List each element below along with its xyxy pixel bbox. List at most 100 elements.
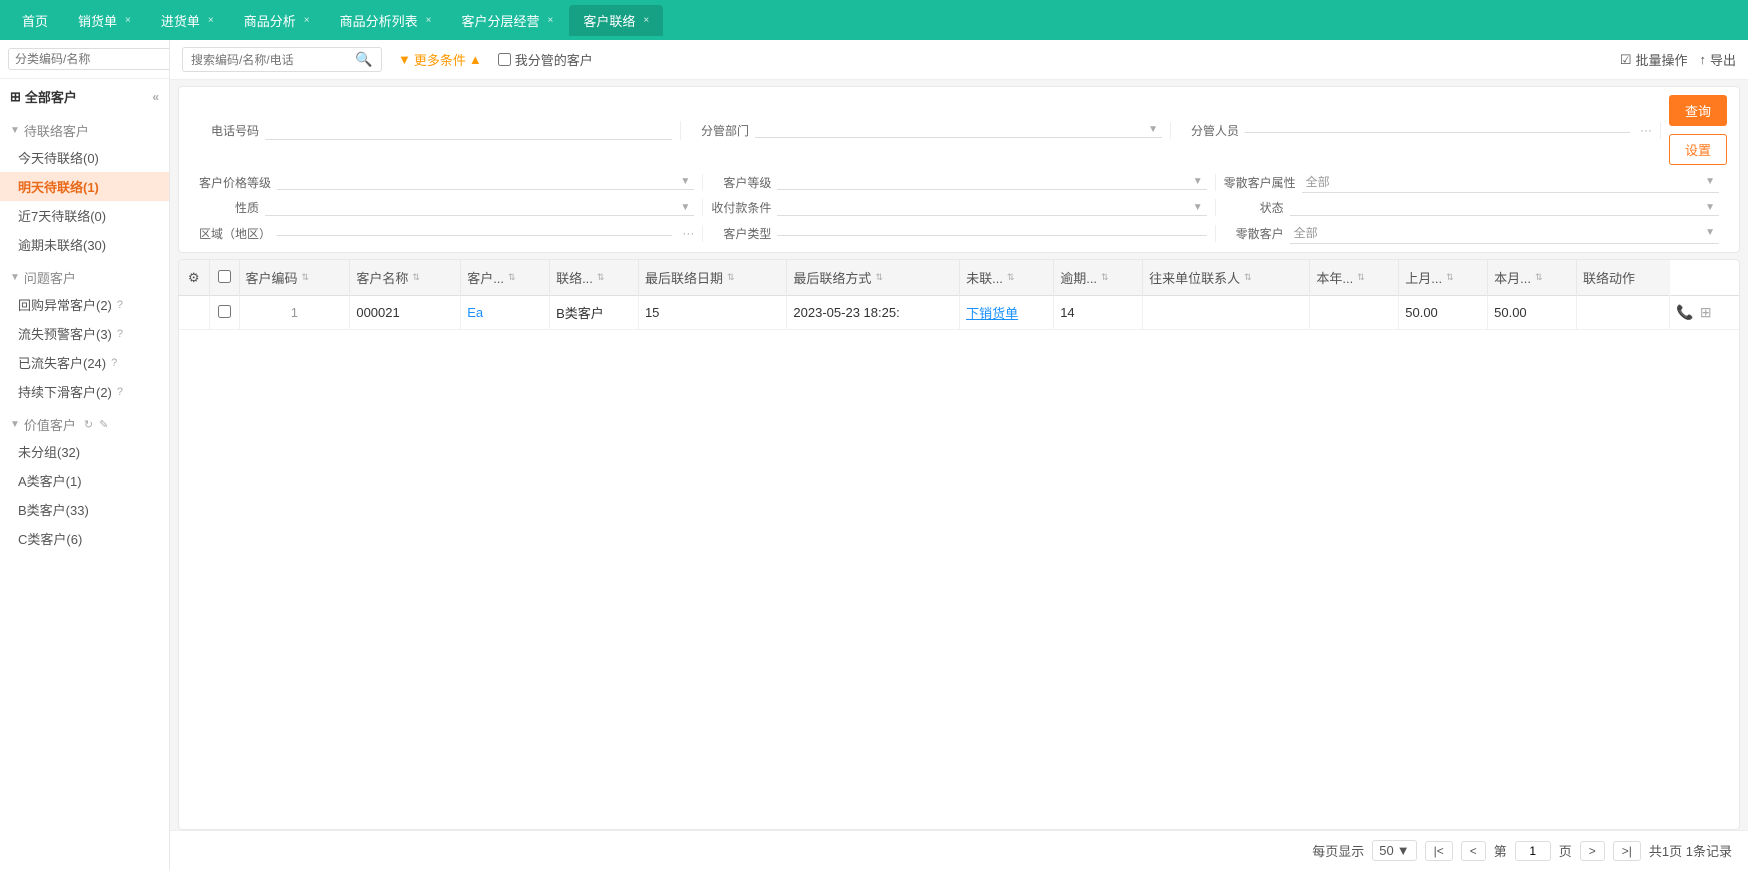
col-action: 联络动作 [1577, 260, 1670, 296]
close-icon[interactable]: × [426, 15, 432, 26]
filter-btn[interactable]: ▼ 更多条件 ▲ [390, 46, 490, 73]
query-button[interactable]: 查询 [1669, 95, 1727, 126]
sidebar-item-churned[interactable]: 已流失客户(24) ? [0, 348, 169, 377]
filter-retail-customer: 零散客户 全部 ▼ [1216, 222, 1727, 244]
prev-page-btn[interactable]: < [1461, 841, 1486, 861]
customer-type-select[interactable] [777, 231, 1206, 236]
page-unit: 页 [1559, 841, 1572, 860]
more-icon[interactable]: ··· [682, 226, 694, 240]
sidebar-item-class-a[interactable]: A类客户(1) [0, 466, 169, 495]
sidebar-problem-section: ▼ 问题客户 回购异常客户(2) ? 流失预警客户(3) ? 已流失客户(24)… [0, 261, 169, 408]
row-not-contacted: 14 [1054, 296, 1143, 330]
arrow-down-icon: ▼ [10, 125, 20, 136]
retail-attr-select[interactable]: 全部 ▼ [1302, 171, 1719, 193]
select-all-checkbox[interactable] [218, 270, 231, 283]
nav-analysis[interactable]: 商品分析 × [230, 5, 324, 36]
refresh-icon[interactable]: ↻ [84, 418, 93, 431]
phone-icon[interactable]: 📞 [1676, 304, 1693, 321]
retail-customer-select[interactable]: 全部 ▼ [1290, 222, 1719, 244]
price-grade-select[interactable]: ▼ [277, 174, 694, 190]
sort-icon: ⇅ [597, 272, 605, 283]
edit-icon[interactable]: ✎ [99, 418, 108, 431]
sidebar-item-declining[interactable]: 持续下滑客户(2) ? [0, 377, 169, 406]
batch-operation-btn[interactable]: ☑ 批量操作 [1620, 50, 1688, 69]
sidebar-item-ungroup[interactable]: 未分组(32) [0, 437, 169, 466]
sidebar-item-repurchase[interactable]: 回购异常客户(2) ? [0, 290, 169, 319]
chevron-down-icon: ▼ [1148, 124, 1158, 135]
settings-icon[interactable]: ⚙ [188, 270, 200, 285]
sort-icon: ⇅ [1007, 272, 1015, 283]
grid-icon: ⊞ [10, 89, 21, 105]
row-last-method: 下销货单 [960, 296, 1054, 330]
last-page-btn[interactable]: >| [1613, 841, 1641, 861]
close-icon[interactable]: × [125, 15, 131, 26]
close-icon[interactable]: × [208, 15, 214, 26]
search-box: 🔍 [182, 47, 382, 72]
manager-select[interactable] [1245, 128, 1630, 133]
row-action: 📞 ⊞ [1670, 296, 1739, 330]
my-customers-checkbox[interactable] [498, 53, 511, 66]
sidebar-item-tomorrow[interactable]: 明天待联络(1) [0, 172, 169, 201]
last-method-link[interactable]: 下销货单 [966, 306, 1018, 321]
close-icon[interactable]: × [643, 15, 649, 26]
nav-home[interactable]: 首页 [8, 5, 62, 36]
search-icon[interactable]: 🔍 [355, 51, 372, 68]
sidebar-item-class-b[interactable]: B类客户(33) [0, 495, 169, 524]
more-icon[interactable]: ··· [1640, 123, 1652, 137]
sort-icon: ⇅ [412, 272, 420, 283]
close-icon[interactable]: × [304, 15, 310, 26]
sidebar-item-overdue[interactable]: 逾期未联络(30) [0, 230, 169, 259]
settings-button[interactable]: 设置 [1669, 134, 1727, 165]
filter-area: 区域（地区） ··· [191, 225, 703, 242]
close-icon[interactable]: × [547, 15, 553, 26]
sidebar-pending-header: ▼ 待联络客户 [0, 116, 169, 143]
export-btn[interactable]: ↑ 导出 [1699, 50, 1736, 69]
row-checkbox[interactable] [218, 305, 231, 318]
sidebar-search-input[interactable] [8, 48, 170, 70]
sidebar-item-class-c[interactable]: C类客户(6) [0, 524, 169, 553]
payment-select[interactable]: ▼ [777, 200, 1206, 216]
search-input[interactable] [191, 53, 351, 67]
nav-customer-tier[interactable]: 客户分层经营 × [447, 5, 567, 36]
main-layout: 🔍 ⊞ 全部客户 « ▼ 待联络客户 今天待联络(0) 明天待联络(1) 近7天… [0, 40, 1748, 870]
nav-sales[interactable]: 销货单 × [64, 5, 145, 36]
nav-customer-contact[interactable]: 客户联络 × [569, 5, 663, 36]
sidebar-item-churn-warn[interactable]: 流失预警客户(3) ? [0, 319, 169, 348]
nav-purchase[interactable]: 进货单 × [147, 5, 228, 36]
row-last-month: 50.00 [1488, 296, 1577, 330]
chevron-down-icon: ▼ [1705, 176, 1715, 187]
phone-input[interactable] [265, 121, 672, 140]
filter-phone: 电话号码 [191, 121, 681, 140]
col-last-month: 上月... ⇅ [1399, 260, 1488, 296]
page-input[interactable] [1515, 841, 1551, 861]
page-size-select[interactable]: 50 ▼ [1372, 840, 1416, 861]
nav-analysis-list[interactable]: 商品分析列表 × [326, 5, 446, 36]
filter-row-1: 电话号码 分管部门 ▼ 分管人员 ··· [191, 95, 1727, 165]
pagination: 每页显示 50 ▼ |< < 第 页 > >| 共1页 1条记录 [170, 830, 1748, 870]
sidebar-pending-section: ▼ 待联络客户 今天待联络(0) 明天待联络(1) 近7天待联络(0) 逾期未联… [0, 114, 169, 261]
sidebar-item-today[interactable]: 今天待联络(0) [0, 143, 169, 172]
sidebar-item-7days[interactable]: 近7天待联络(0) [0, 201, 169, 230]
sort-icon: ⇅ [1357, 272, 1365, 283]
chevron-up-icon: ▲ [469, 52, 482, 67]
sidebar-all-customers[interactable]: ⊞ 全部客户 « [0, 81, 169, 112]
nature-select[interactable]: ▼ [265, 200, 694, 216]
sort-icon: ⇅ [727, 272, 735, 283]
next-page-btn[interactable]: > [1580, 841, 1605, 861]
content-area: 🔍 ▼ 更多条件 ▲ 我分管的客户 ☑ 批量操作 ↑ 导出 [170, 40, 1748, 870]
customer-grade-select[interactable]: ▼ [777, 174, 1206, 190]
col-this-month: 本月... ⇅ [1488, 260, 1577, 296]
status-select[interactable]: ▼ [1290, 200, 1719, 216]
row-unit-contact [1310, 296, 1399, 330]
help-icon: ? [111, 357, 117, 369]
first-page-btn[interactable]: |< [1425, 841, 1453, 861]
filter-retail-attr: 零散客户属性 全部 ▼ [1216, 171, 1727, 193]
grid-action-icon[interactable]: ⊞ [1700, 304, 1712, 321]
row-check [209, 296, 239, 330]
row-contact: 15 [638, 296, 786, 330]
help-icon: ? [117, 328, 123, 340]
table-row: 1 000021 Ea B类客户 15 2023-05-23 18:25: 下销… [179, 296, 1739, 330]
dept-select[interactable]: ▼ [755, 122, 1162, 138]
collapse-icon[interactable]: « [152, 90, 159, 104]
area-select[interactable] [277, 231, 672, 236]
